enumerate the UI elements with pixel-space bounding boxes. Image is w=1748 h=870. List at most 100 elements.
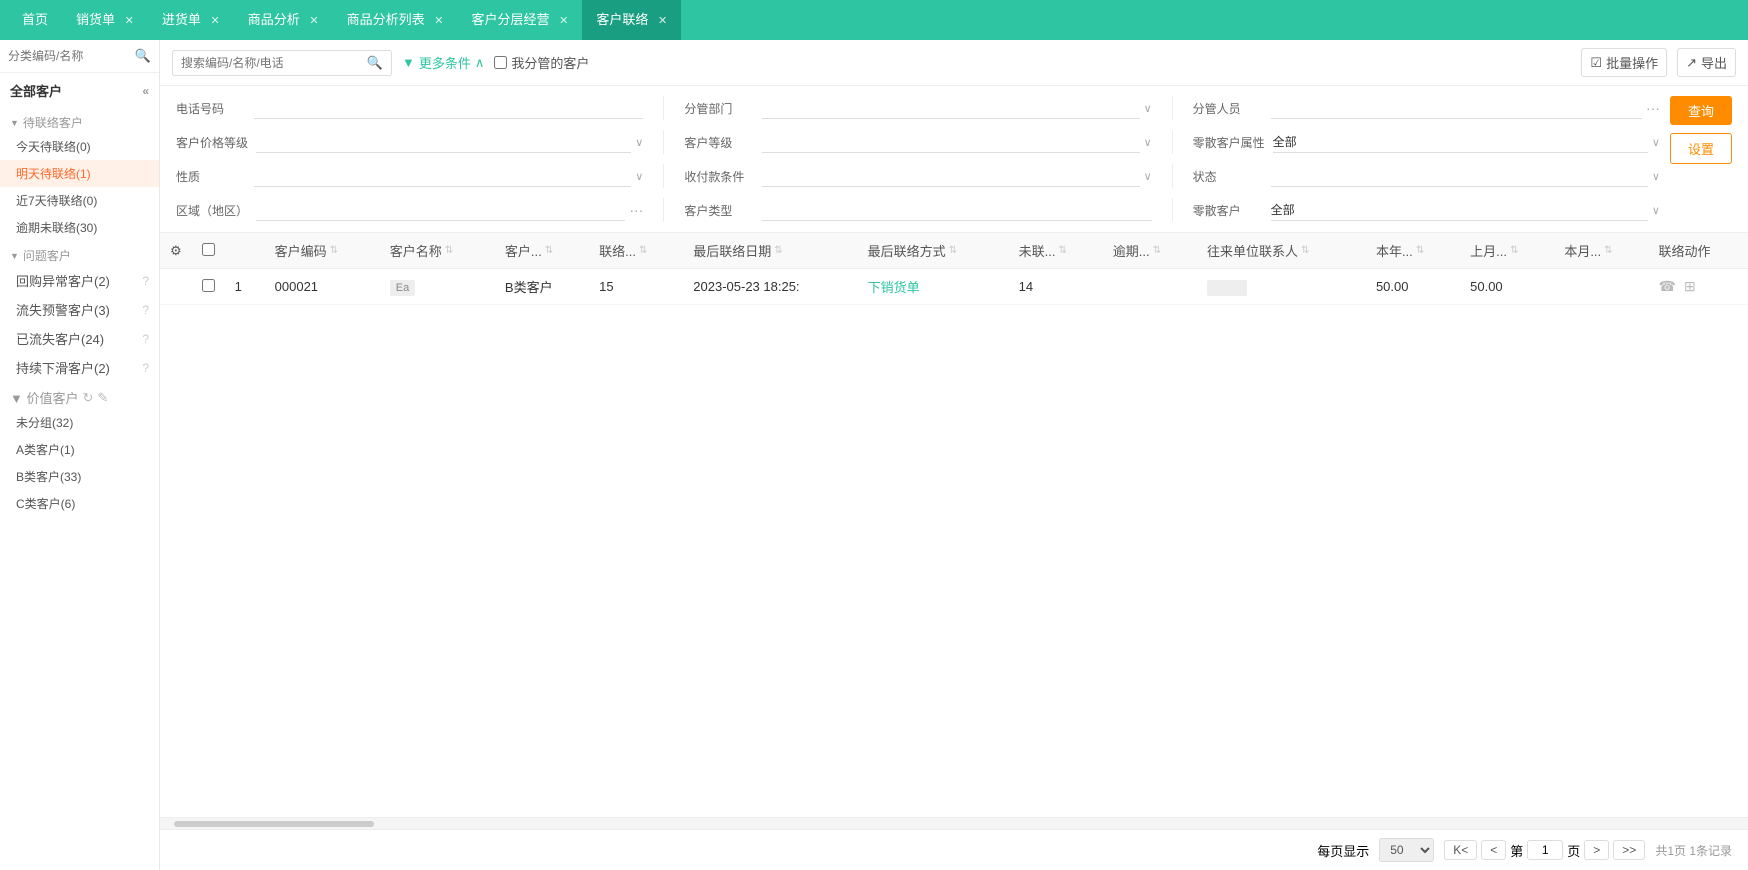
sidebar-item-tomorrow[interactable]: 明天待联络(1): [0, 160, 159, 187]
prev-page-btn[interactable]: <: [1481, 840, 1506, 860]
filter-retail-attr: 零散客户属性 全部 ∨: [1193, 132, 1660, 153]
export-btn[interactable]: ↗ 导出: [1677, 48, 1736, 77]
contact-action-icon[interactable]: ☎: [1659, 278, 1676, 295]
nav-customer-segment[interactable]: 客户分层经营 ✕: [457, 0, 582, 40]
sidebar-item-today[interactable]: 今天待联络(0): [0, 133, 159, 160]
filter-status-select[interactable]: [1271, 166, 1648, 187]
sort-contact-icon[interactable]: ⇅: [639, 245, 647, 256]
sidebar-item-churn-warning[interactable]: 流失预警客户(3) ?: [0, 295, 159, 324]
page-size-select[interactable]: 50 100 200: [1379, 838, 1434, 862]
sidebar-item-ungrouped[interactable]: 未分组(32): [0, 409, 159, 436]
filter-nature-select[interactable]: [254, 166, 631, 187]
sidebar-item-repurchase-abnormal[interactable]: 回购异常客户(2) ?: [0, 266, 159, 295]
sort-overdue-icon[interactable]: ⇅: [1153, 245, 1161, 256]
col-contact: 联络... ⇅: [589, 233, 683, 269]
filter-region-dots-icon[interactable]: ···: [629, 202, 643, 218]
chevron-up-icon: ∧: [475, 55, 485, 71]
nav-customer-contact[interactable]: 客户联络 ✕: [582, 0, 681, 40]
table-area: ⚙ 客户编码 ⇅: [160, 233, 1748, 817]
filter-payment-select[interactable]: [762, 166, 1139, 187]
nav-home[interactable]: 首页: [8, 0, 62, 40]
sort-code-icon[interactable]: ⇅: [330, 245, 338, 256]
filter-customer-level-select[interactable]: [762, 132, 1139, 153]
cell-no-contact: 14: [1009, 269, 1103, 305]
sidebar-search-icon[interactable]: 🔍: [135, 48, 151, 64]
sort-name-icon[interactable]: ⇅: [445, 245, 453, 256]
filter-customer-type-input[interactable]: [762, 200, 1151, 221]
cell-type: B类客户: [495, 269, 589, 305]
more-action-icon[interactable]: ⊞: [1684, 278, 1696, 295]
sort-this-month-icon[interactable]: ⇅: [1604, 245, 1612, 256]
cell-no: 1: [225, 269, 265, 305]
sidebar-item-churned[interactable]: 已流失客户(24) ?: [0, 324, 159, 353]
sidebar-item-declining[interactable]: 持续下滑客户(2) ?: [0, 353, 159, 382]
filter-dept-select[interactable]: [762, 98, 1139, 119]
sidebar-item-overdue[interactable]: 逾期未联络(30): [0, 214, 159, 241]
close-product-analysis-icon[interactable]: ✕: [309, 15, 318, 27]
horizontal-scrollbar[interactable]: [160, 817, 1748, 829]
sidebar-item-7days[interactable]: 近7天待联络(0): [0, 187, 159, 214]
filter-nature-label: 性质: [176, 168, 246, 185]
nav-sales[interactable]: 销货单 ✕: [62, 0, 148, 40]
gear-icon[interactable]: ⚙: [170, 243, 182, 258]
value-edit-icon[interactable]: ✎: [97, 390, 108, 406]
scrollbar-thumb[interactable]: [174, 821, 374, 827]
sort-last-month-icon[interactable]: ⇅: [1510, 245, 1518, 256]
col-this-month: 本月... ⇅: [1554, 233, 1648, 269]
action-btns: ☑ 批量操作 ↗ 导出: [1581, 48, 1736, 77]
filter-manager-dots-icon[interactable]: ···: [1646, 100, 1660, 116]
value-refresh-icon[interactable]: ↻: [82, 390, 93, 406]
main-search-input[interactable]: [181, 56, 367, 70]
table-row: 1 000021 Ea B类客户 15 2023-05-23 18:25: 下销…: [160, 269, 1748, 305]
sidebar-group-problem[interactable]: 问题客户: [0, 241, 159, 266]
set-button[interactable]: 设置: [1670, 133, 1732, 164]
select-all-checkbox[interactable]: [202, 243, 215, 256]
page-input[interactable]: [1527, 840, 1563, 860]
filter-manager-input[interactable]: [1271, 98, 1642, 119]
main-search-icon[interactable]: 🔍: [367, 55, 383, 71]
first-page-btn[interactable]: K<: [1444, 840, 1477, 860]
nav-product-analysis-list[interactable]: 商品分析列表 ✕: [333, 0, 458, 40]
sidebar-item-a-class[interactable]: A类客户(1): [0, 436, 159, 463]
nav-purchase[interactable]: 进货单 ✕: [148, 0, 234, 40]
filter-retail-attr-label: 零散客户属性: [1193, 134, 1265, 151]
filter-phone-input[interactable]: [254, 98, 643, 119]
filter-retail-customer-select[interactable]: 全部: [1271, 200, 1648, 221]
close-customer-segment-icon[interactable]: ✕: [559, 15, 568, 27]
sort-unit-contact-icon[interactable]: ⇅: [1301, 245, 1309, 256]
sort-this-year-icon[interactable]: ⇅: [1416, 245, 1424, 256]
my-customer-checkbox-area[interactable]: 我分管的客户: [494, 53, 589, 72]
batch-op-btn[interactable]: ☑ 批量操作: [1581, 48, 1667, 77]
nav-product-analysis[interactable]: 商品分析 ✕: [234, 0, 333, 40]
sort-no-contact-icon[interactable]: ⇅: [1058, 245, 1066, 256]
query-button[interactable]: 查询: [1670, 96, 1732, 125]
filter-retail-attr-select[interactable]: 全部: [1273, 132, 1648, 153]
sort-type-icon[interactable]: ⇅: [545, 245, 553, 256]
next-page-btn[interactable]: >: [1584, 840, 1609, 860]
sidebar-item-c-class[interactable]: C类客户(6): [0, 490, 159, 517]
more-filter-btn[interactable]: ▼ 更多条件 ∧: [402, 53, 484, 72]
close-sales-icon[interactable]: ✕: [125, 15, 134, 27]
filter-price-level-select[interactable]: [256, 132, 631, 153]
filter-payment-label: 收付款条件: [684, 168, 754, 185]
sidebar-search-input[interactable]: [8, 49, 135, 63]
last-contact-way-link[interactable]: 下销货单: [868, 280, 920, 295]
sidebar-group-pending[interactable]: 待联络客户: [0, 108, 159, 133]
col-last-date: 最后联络日期 ⇅: [683, 233, 857, 269]
sort-last-date-icon[interactable]: ⇅: [774, 245, 782, 256]
close-product-analysis-list-icon[interactable]: ✕: [434, 15, 443, 27]
my-customer-checkbox[interactable]: [494, 56, 507, 69]
filter-region-input[interactable]: [256, 200, 625, 221]
col-last-month: 上月... ⇅: [1460, 233, 1554, 269]
sidebar-item-b-class[interactable]: B类客户(33): [0, 463, 159, 490]
cell-last-date: 2023-05-23 18:25:: [683, 269, 857, 305]
sort-last-way-icon[interactable]: ⇅: [949, 245, 957, 256]
sidebar-collapse-icon[interactable]: «: [142, 84, 149, 98]
close-purchase-icon[interactable]: ✕: [211, 15, 220, 27]
sidebar-all-customers[interactable]: 全部客户 «: [0, 73, 159, 108]
close-customer-contact-icon[interactable]: ✕: [658, 15, 667, 27]
last-page-btn[interactable]: >>: [1613, 840, 1645, 860]
row-checkbox[interactable]: [202, 279, 215, 292]
filter-actions: 查询 设置: [1660, 96, 1732, 222]
col-no: [225, 233, 265, 269]
